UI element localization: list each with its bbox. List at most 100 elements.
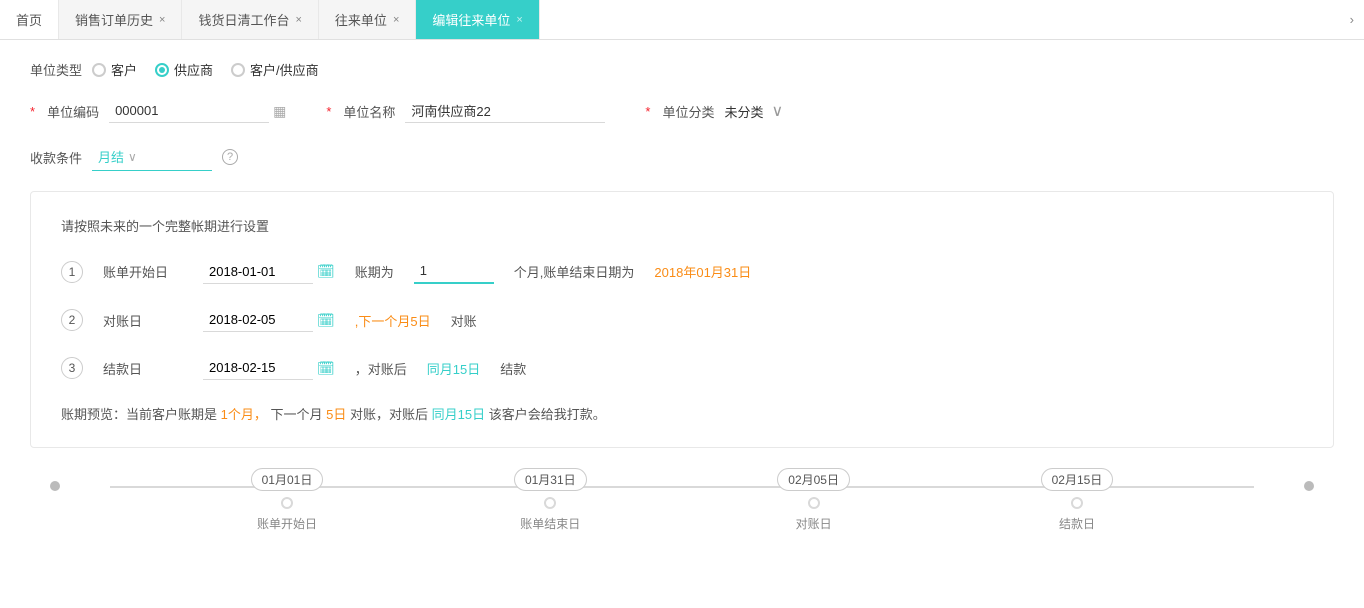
close-cash-work-icon[interactable]: ×	[295, 14, 301, 26]
timeline-area: 01月01日 账单开始日 01月31日 账单结束日 02月05日 对账日 02月…	[30, 468, 1334, 552]
radio-supplier[interactable]: 供应商	[155, 60, 213, 79]
step-3-date-field: 🗓	[203, 356, 335, 380]
tab-cash-work-label: 钱货日清工作台	[198, 10, 289, 29]
unit-code-label: 单位编码	[47, 102, 99, 121]
step-1-row: 1 账单开始日 🗓 账期为 个月,账单结束日期为 2018年01月31日	[61, 259, 1303, 284]
timeline-dot-3	[1071, 497, 1083, 509]
step-2-date-field: 🗓	[203, 308, 335, 332]
preview-highlight1: 1个月，	[221, 407, 267, 422]
payment-terms-value: 月结	[98, 147, 124, 166]
close-sales-history-icon[interactable]: ×	[159, 14, 165, 26]
tab-home-label: 首页	[16, 10, 42, 29]
radio-supplier-circle	[155, 63, 169, 77]
step-2-label: 对账日	[103, 311, 183, 330]
start-dot	[50, 481, 60, 491]
radio-customer-supplier-label: 客户/供应商	[250, 60, 319, 79]
unit-code-icon: ▦	[273, 103, 286, 120]
preview-highlight2: 5日	[326, 407, 346, 422]
unit-cat-star: *	[645, 104, 650, 119]
unit-type-row: 单位类型 客户 供应商 客户/供应商	[30, 60, 1334, 79]
radio-customer-circle	[92, 63, 106, 77]
step-2-date-input[interactable]	[203, 308, 313, 332]
step-1-date-field: 🗓	[203, 260, 335, 284]
unit-code-field: ▦	[109, 99, 286, 123]
timeline-badge-3: 02月15日	[1041, 468, 1114, 491]
timeline-dot-2	[808, 497, 820, 509]
payment-terms-help-icon[interactable]: ?	[222, 149, 238, 165]
payment-terms-label: 收款条件	[30, 148, 82, 167]
payment-terms-chevron: ∨	[128, 150, 137, 164]
tab-sales-history[interactable]: 销售订单历史 ×	[59, 0, 182, 39]
timeline-label-3: 结款日	[1059, 515, 1095, 532]
unit-cat-dropdown-icon[interactable]: ∨	[771, 101, 783, 121]
step-3-teal-desc: 同月15日	[427, 359, 480, 378]
arrow-right-icon: ›	[1350, 12, 1354, 27]
main-content: 单位类型 客户 供应商 客户/供应商 * 单位编码 ▦ * 单位名称 *	[0, 40, 1364, 608]
tab-cash-work[interactable]: 钱货日清工作台 ×	[182, 0, 318, 39]
preview-text-area: 账期预览：当前客户账期是 1个月， 下一个月 5日 对账，对账后 同月15日 该…	[61, 404, 1303, 423]
timeline-node-2: 02月05日 对账日	[777, 468, 850, 532]
step-1-number: 1	[61, 261, 83, 283]
unit-details-row: * 单位编码 ▦ * 单位名称 * 单位分类 未分类 ∨	[30, 99, 1334, 123]
step-1-desc-prefix: 账期为	[355, 262, 394, 281]
panel-title: 请按照未来的一个完整帐期进行设置	[61, 216, 1303, 235]
step-3-date-input[interactable]	[203, 356, 313, 380]
step-3-row: 3 结款日 🗓 ，对账后 同月15日 结款	[61, 356, 1303, 380]
tab-partner-unit[interactable]: 往来单位 ×	[319, 0, 416, 39]
step-3-suffix: 结款	[500, 359, 526, 378]
step-2-orange-desc: ,下一个月5日	[355, 311, 431, 330]
timeline-node-3: 02月15日 结款日	[1041, 468, 1114, 532]
radio-customer[interactable]: 客户	[92, 60, 137, 79]
payment-terms-row: 收款条件 月结 ∨ ?	[30, 143, 1334, 171]
preview-highlight3: 同月15日	[432, 407, 485, 422]
step-2-suffix: 对账	[451, 311, 477, 330]
step-2-row: 2 对账日 🗓 ,下一个月5日 对账	[61, 308, 1303, 332]
timeline-label-2: 对账日	[796, 515, 832, 532]
preview-text1: 下一个月	[271, 407, 323, 422]
unit-type-radio-group: 客户 供应商 客户/供应商	[92, 60, 319, 79]
radio-customer-label: 客户	[111, 60, 137, 79]
tab-more-arrow[interactable]: ›	[1340, 0, 1364, 39]
unit-name-star: *	[326, 104, 331, 119]
tab-partner-unit-label: 往来单位	[335, 10, 387, 29]
timeline-dot-0	[281, 497, 293, 509]
step-1-cal-icon: 🗓	[317, 263, 335, 280]
unit-type-label: 单位类型	[30, 60, 82, 79]
radio-customer-supplier-circle	[231, 63, 245, 77]
timeline-label-0: 账单开始日	[257, 515, 317, 532]
unit-name-input[interactable]	[405, 99, 605, 123]
unit-code-input[interactable]	[109, 99, 269, 123]
radio-supplier-label: 供应商	[174, 60, 213, 79]
timeline-node-1: 01月31日 账单结束日	[514, 468, 587, 532]
timeline-badge-2: 02月05日	[777, 468, 850, 491]
tab-home[interactable]: 首页	[0, 0, 59, 39]
step-2-cal-icon: 🗓	[317, 312, 335, 329]
tab-edit-partner-label: 编辑往来单位	[432, 10, 510, 29]
step-1-desc-suffix: 个月,账单结束日期为	[514, 262, 635, 281]
radio-customer-supplier[interactable]: 客户/供应商	[231, 60, 319, 79]
step-1-period-input[interactable]	[414, 259, 494, 284]
timeline-node-0: 01月01日 账单开始日	[251, 468, 324, 532]
timeline-dot-1	[544, 497, 556, 509]
tab-edit-partner[interactable]: 编辑往来单位 ×	[416, 0, 539, 39]
close-edit-partner-icon[interactable]: ×	[516, 14, 522, 26]
timeline-end-dot	[1304, 468, 1314, 491]
unit-cat-label: 单位分类	[662, 102, 714, 121]
unit-code-star: *	[30, 104, 35, 119]
preview-prefix: 账期预览：当前客户账期是	[61, 407, 217, 422]
settings-panel: 请按照未来的一个完整帐期进行设置 1 账单开始日 🗓 账期为 个月,账单结束日期…	[30, 191, 1334, 448]
timeline-badge-0: 01月01日	[251, 468, 324, 491]
timeline-start-dot	[50, 468, 60, 491]
preview-text2: 对账，对账后	[350, 407, 428, 422]
step-1-label: 账单开始日	[103, 262, 183, 281]
unit-cat-select-group: 未分类 ∨	[724, 101, 783, 121]
unit-name-label: 单位名称	[343, 102, 395, 121]
preview-suffix: 该客户会给我打款。	[489, 407, 606, 422]
step-1-date-input[interactable]	[203, 260, 313, 284]
tabs-bar: 首页 销售订单历史 × 钱货日清工作台 × 往来单位 × 编辑往来单位 × ›	[0, 0, 1364, 40]
timeline-items: 01月01日 账单开始日 01月31日 账单结束日 02月05日 对账日 02月…	[50, 468, 1314, 532]
tab-sales-history-label: 销售订单历史	[75, 10, 153, 29]
close-partner-unit-icon[interactable]: ×	[393, 14, 399, 26]
step-1-end-date: 2018年01月31日	[654, 262, 751, 281]
payment-terms-select[interactable]: 月结 ∨	[92, 143, 212, 171]
